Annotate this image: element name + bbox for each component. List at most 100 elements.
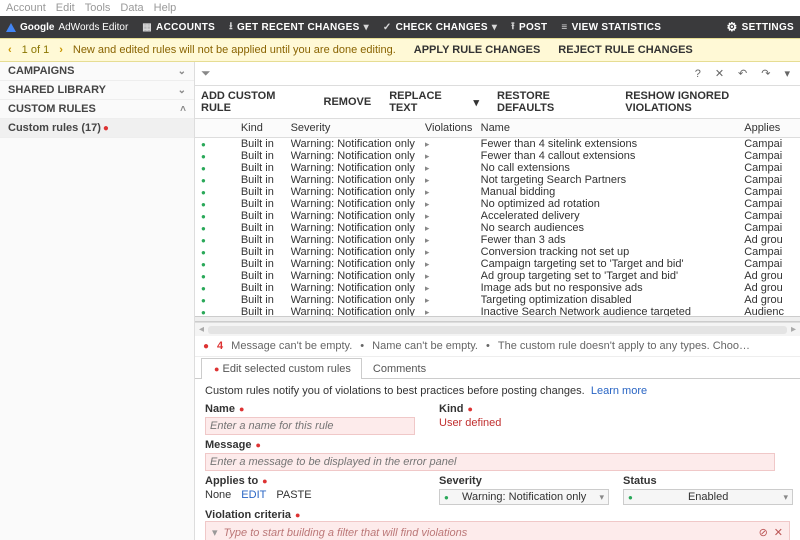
undo-icon[interactable]: ↶ bbox=[734, 67, 751, 80]
table-row[interactable]: ●Built inWarning: Notification only▸Fewe… bbox=[195, 150, 800, 162]
sidebar-custom-rules[interactable]: CUSTOM RULES˄ bbox=[0, 100, 194, 119]
table-row[interactable]: ●Built inWarning: Notification only▸Camp… bbox=[195, 258, 800, 270]
table-row[interactable]: ●Built inWarning: Notification only▸Acce… bbox=[195, 210, 800, 222]
stats-icon: ≡ bbox=[561, 22, 567, 33]
tab-edit-rules[interactable]: ● Edit selected custom rules bbox=[201, 358, 362, 379]
error-msg-2: Name can't be empty. bbox=[372, 340, 478, 352]
name-input[interactable] bbox=[205, 417, 415, 435]
severity-select[interactable]: ●Warning: Notification only▾ bbox=[439, 489, 609, 505]
help-icon[interactable]: ? bbox=[691, 68, 705, 80]
chevron-down-icon[interactable]: ▾ bbox=[780, 67, 794, 80]
col-severity[interactable]: Severity bbox=[291, 122, 425, 134]
violation-criteria-input[interactable]: ▾ Type to start building a filter that w… bbox=[205, 521, 790, 540]
chevron-down-icon: ▾ bbox=[473, 96, 479, 109]
error-dot-icon: ● bbox=[103, 123, 109, 134]
applies-paste-link[interactable]: PASTE bbox=[276, 489, 311, 501]
error-count: 4 bbox=[217, 340, 223, 352]
table-row[interactable]: ●Built inWarning: Notification only▸Targ… bbox=[195, 294, 800, 306]
menu-help[interactable]: Help bbox=[154, 2, 177, 14]
expand-icon: ▸ bbox=[425, 295, 430, 305]
table-row[interactable]: ●Built inWarning: Notification only▸No o… bbox=[195, 198, 800, 210]
filter-icon[interactable]: ⏷ bbox=[201, 66, 211, 81]
applies-value: None bbox=[205, 489, 231, 501]
grid-body[interactable]: ●Built inWarning: Notification only▸Fewe… bbox=[195, 138, 800, 316]
status-dot-icon: ● bbox=[201, 296, 206, 305]
redo-icon[interactable]: ↷ bbox=[757, 67, 774, 80]
applies-label: Applies to● bbox=[205, 475, 415, 487]
col-violations[interactable]: Violations bbox=[425, 122, 481, 134]
restore-defaults-button[interactable]: RESTORE DEFAULTS bbox=[497, 90, 607, 114]
sidebar-custom-rules-item[interactable]: Custom rules (17)● bbox=[0, 119, 194, 138]
close-icon[interactable]: ✕ bbox=[711, 67, 728, 80]
notification-bar: ‹ 1 of 1 › New and edited rules will not… bbox=[0, 38, 800, 62]
replace-text-button[interactable]: REPLACE TEXT▾ bbox=[389, 90, 479, 114]
nav-get-recent[interactable]: ⭳GET RECENT CHANGES▾ bbox=[229, 19, 369, 36]
reject-rule-changes-button[interactable]: REJECT RULE CHANGES bbox=[558, 44, 692, 56]
expand-icon: ▸ bbox=[425, 211, 430, 221]
status-dot-icon: ● bbox=[201, 260, 206, 269]
notice-count: 1 of 1 bbox=[22, 44, 50, 56]
table-row[interactable]: ●Built inWarning: Notification only▸Manu… bbox=[195, 186, 800, 198]
table-row[interactable]: ●Built inWarning: Notification only▸No s… bbox=[195, 222, 800, 234]
check-icon: ✓ bbox=[383, 22, 392, 33]
status-dot-icon: ● bbox=[201, 236, 206, 245]
chevron-down-icon: ▾ bbox=[364, 22, 369, 33]
applies-edit-link[interactable]: EDIT bbox=[241, 489, 266, 501]
nav-settings[interactable]: ⚙SETTINGS bbox=[727, 20, 794, 34]
apply-rule-changes-button[interactable]: APPLY RULE CHANGES bbox=[414, 44, 541, 56]
table-row[interactable]: ●Built inWarning: Notification only▸Ad g… bbox=[195, 270, 800, 282]
nav-post[interactable]: ⭱POST bbox=[511, 19, 547, 36]
status-dot-icon: ● bbox=[201, 188, 206, 197]
scroll-right-icon[interactable]: ▸ bbox=[791, 324, 796, 335]
main-panel: ⏷ ? ✕ ↶ ↷ ▾ ADD CUSTOM RULE REMOVE REPLA… bbox=[195, 62, 800, 540]
severity-label: Severity bbox=[439, 475, 599, 487]
error-dot-icon: ● bbox=[467, 404, 472, 414]
table-row[interactable]: ●Built inWarning: Notification only▸Imag… bbox=[195, 282, 800, 294]
nav-check[interactable]: ✓CHECK CHANGES▾ bbox=[383, 22, 497, 33]
status-dot-icon: ● bbox=[201, 224, 206, 233]
prev-notice-button[interactable]: ‹ bbox=[8, 44, 12, 56]
app-toolbar: Google AdWords Editor ▦ACCOUNTS ⭳GET REC… bbox=[0, 16, 800, 38]
download-icon: ⭳ bbox=[229, 19, 233, 36]
remove-button[interactable]: REMOVE bbox=[324, 96, 372, 108]
add-custom-rule-button[interactable]: ADD CUSTOM RULE bbox=[201, 90, 306, 114]
grid-header: Kind Severity Violations Name Applies bbox=[195, 119, 800, 138]
violation-criteria-label: Violation criteria● bbox=[205, 509, 790, 521]
table-row[interactable]: ●Built inWarning: Notification only▸Fewe… bbox=[195, 138, 800, 150]
sidebar-campaigns[interactable]: CAMPAIGNS⌄ bbox=[0, 62, 194, 81]
table-row[interactable]: ●Built inWarning: Notification only▸Fewe… bbox=[195, 234, 800, 246]
os-menubar: Account Edit Tools Data Help bbox=[0, 0, 800, 16]
table-row[interactable]: ●Built inWarning: Notification only▸No c… bbox=[195, 162, 800, 174]
message-label: Message● bbox=[205, 439, 775, 451]
next-notice-button[interactable]: › bbox=[59, 44, 63, 56]
learn-more-link[interactable]: Learn more bbox=[591, 385, 647, 397]
menu-edit[interactable]: Edit bbox=[56, 2, 75, 14]
col-applies[interactable]: Applies bbox=[744, 122, 794, 134]
detail-panel: Custom rules notify you of violations to… bbox=[195, 379, 800, 540]
table-row[interactable]: ●Built inWarning: Notification only▸Conv… bbox=[195, 246, 800, 258]
scroll-left-icon[interactable]: ◂ bbox=[199, 324, 204, 335]
table-row[interactable]: ●Built inWarning: Notification only▸Not … bbox=[195, 174, 800, 186]
notice-message: New and edited rules will not be applied… bbox=[73, 44, 396, 56]
error-dot-icon: ● bbox=[239, 404, 244, 414]
close-icon[interactable]: ✕ bbox=[774, 526, 783, 539]
tab-comments[interactable]: Comments bbox=[362, 358, 437, 379]
status-select[interactable]: ●Enabled▾ bbox=[623, 489, 793, 505]
table-row[interactable]: ●Built inWarning: Notification only▸Inac… bbox=[195, 306, 800, 316]
sidebar-shared-library[interactable]: SHARED LIBRARY⌄ bbox=[0, 81, 194, 100]
reshow-violations-button[interactable]: RESHOW IGNORED VIOLATIONS bbox=[625, 90, 794, 114]
expand-icon: ▸ bbox=[425, 283, 430, 293]
horizontal-scrollbar[interactable]: ◂▸ bbox=[195, 322, 800, 336]
col-kind[interactable]: Kind bbox=[241, 122, 291, 134]
nav-accounts[interactable]: ▦ACCOUNTS bbox=[142, 22, 215, 33]
menu-tools[interactable]: Tools bbox=[85, 2, 111, 14]
kind-value: User defined bbox=[439, 417, 599, 429]
chevron-down-icon: ▾ bbox=[599, 492, 604, 503]
expand-icon: ▸ bbox=[425, 247, 430, 257]
message-input[interactable] bbox=[205, 453, 775, 471]
nav-stats[interactable]: ≡VIEW STATISTICS bbox=[561, 22, 661, 33]
menu-data[interactable]: Data bbox=[120, 2, 143, 14]
col-name[interactable]: Name bbox=[481, 122, 745, 134]
name-label: Name● bbox=[205, 403, 415, 415]
menu-account[interactable]: Account bbox=[6, 2, 46, 14]
